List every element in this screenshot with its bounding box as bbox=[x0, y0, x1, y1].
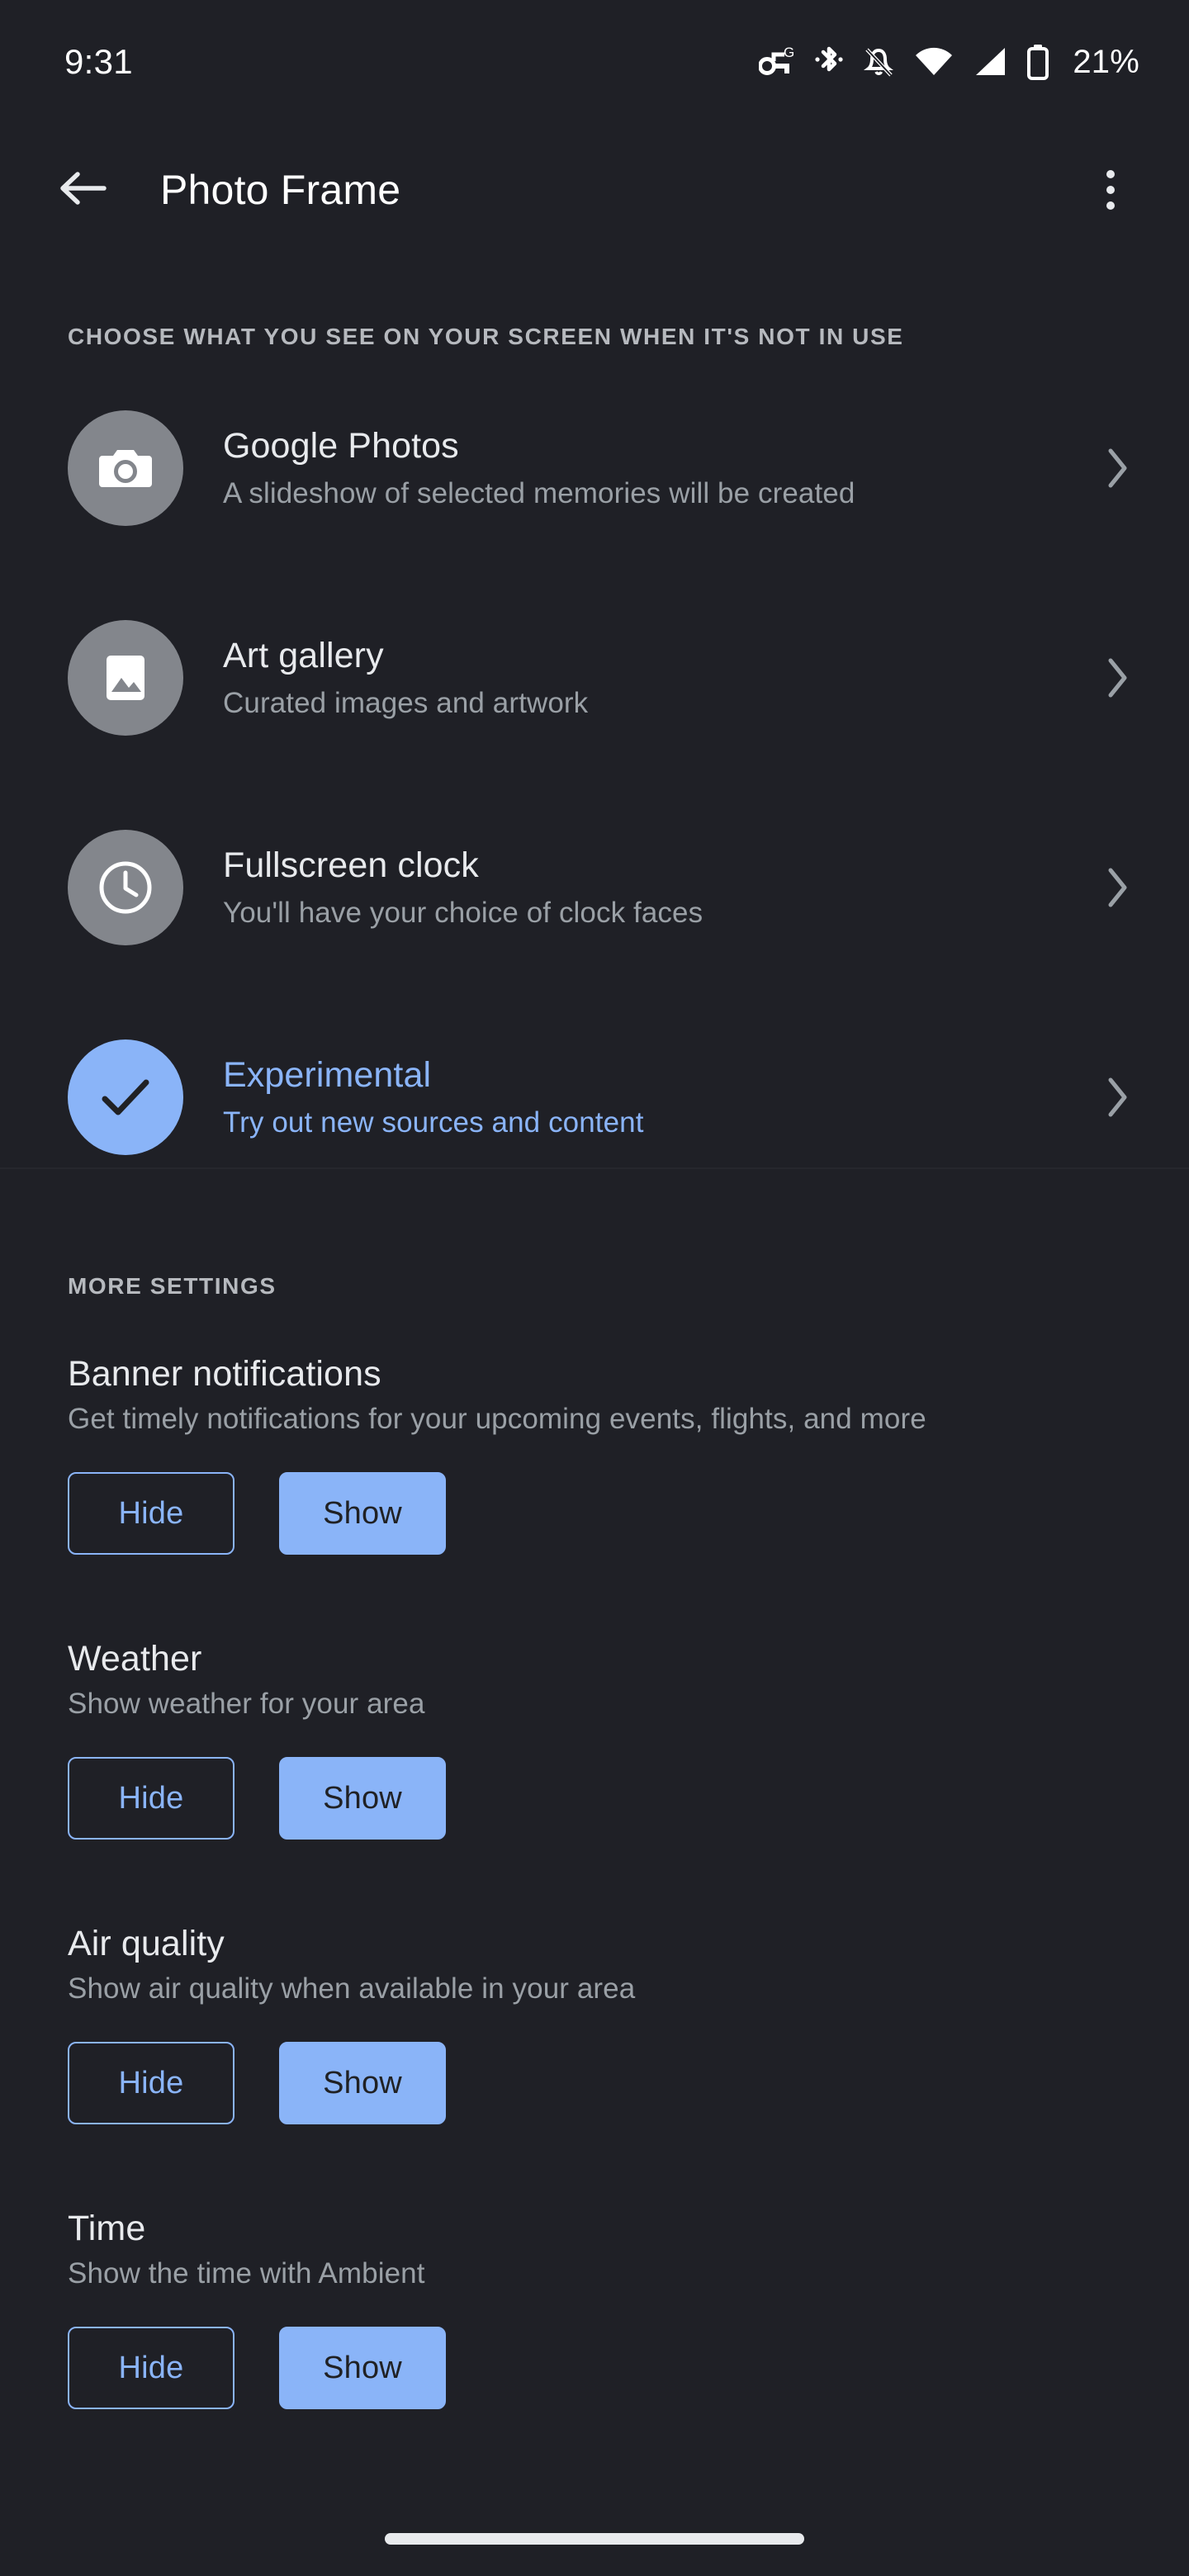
hide-button-time[interactable]: Hide bbox=[68, 2327, 234, 2409]
setting-subtitle: Get timely notifications for your upcomi… bbox=[68, 1403, 926, 1435]
overflow-dot bbox=[1106, 170, 1115, 178]
source-row-experimental[interactable]: Experimental Try out new sources and con… bbox=[0, 1027, 1189, 1167]
hide-button-weather[interactable]: Hide bbox=[68, 1757, 234, 1840]
clock-icon bbox=[68, 830, 183, 945]
photo-frame-source-list: Google Photos A slideshow of selected me… bbox=[0, 398, 1189, 1167]
status-bar-icons: G 21% bbox=[759, 43, 1139, 81]
source-subtitle: Curated images and artwork bbox=[223, 687, 589, 720]
section-header-more-settings: MORE SETTINGS bbox=[68, 1273, 277, 1299]
check-icon bbox=[68, 1039, 183, 1155]
source-title: Fullscreen clock bbox=[223, 845, 479, 886]
page-title: Photo Frame bbox=[160, 167, 401, 213]
show-button-air-quality[interactable]: Show bbox=[279, 2042, 446, 2124]
source-row-art-gallery[interactable]: Art gallery Curated images and artwork bbox=[0, 608, 1189, 748]
setting-title: Time bbox=[68, 2209, 146, 2248]
section-header-choose-source: CHOOSE WHAT YOU SEE ON YOUR SCREEN WHEN … bbox=[68, 324, 904, 349]
setting-group-time: Time Show the time with Ambient Hide Sho… bbox=[0, 2209, 1189, 2409]
source-row-google-photos[interactable]: Google Photos A slideshow of selected me… bbox=[0, 398, 1189, 538]
source-text-block: Art gallery Curated images and artwork bbox=[223, 633, 1097, 722]
setting-group-banner-notifications: Banner notifications Get timely notifica… bbox=[0, 1354, 1189, 1555]
overflow-dot bbox=[1106, 186, 1115, 194]
back-button[interactable] bbox=[38, 166, 129, 215]
battery-percentage-label: 21% bbox=[1073, 43, 1139, 80]
section-divider bbox=[0, 1167, 1189, 1169]
setting-toggle-buttons: Hide Show bbox=[68, 1472, 1121, 1555]
camera-icon bbox=[68, 410, 183, 526]
battery-icon bbox=[1026, 43, 1049, 81]
show-button-banner-notifications[interactable]: Show bbox=[279, 1472, 446, 1555]
setting-toggle-buttons: Hide Show bbox=[68, 2327, 1121, 2409]
wifi-icon bbox=[914, 45, 954, 79]
source-title: Art gallery bbox=[223, 636, 384, 676]
setting-title: Banner notifications bbox=[68, 1354, 381, 1394]
source-subtitle: You'll have your choice of clock faces bbox=[223, 897, 703, 930]
overflow-dot bbox=[1106, 201, 1115, 210]
photo-frame-settings-screen: 9:31 G 21% Photo Frame CHOOSE WHAT YOU S… bbox=[0, 0, 1189, 2576]
settings-scroll-container[interactable]: CHOOSE WHAT YOU SEE ON YOUR SCREEN WHEN … bbox=[0, 256, 1189, 2409]
show-button-time[interactable]: Show bbox=[279, 2327, 446, 2409]
vpn-key-g-icon: G bbox=[759, 45, 797, 79]
image-icon bbox=[68, 620, 183, 736]
setting-subtitle: Show air quality when available in your … bbox=[68, 1972, 636, 2005]
source-text-block: Google Photos A slideshow of selected me… bbox=[223, 424, 1097, 513]
setting-subtitle: Show the time with Ambient bbox=[68, 2257, 425, 2290]
hide-button-banner-notifications[interactable]: Hide bbox=[68, 1472, 234, 1555]
source-title: Google Photos bbox=[223, 426, 459, 466]
source-subtitle: A slideshow of selected memories will be… bbox=[223, 477, 855, 510]
source-subtitle: Try out new sources and content bbox=[223, 1106, 644, 1139]
chevron-right-icon bbox=[1097, 1075, 1138, 1120]
setting-group-weather: Weather Show weather for your area Hide … bbox=[0, 1639, 1189, 1840]
app-bar: Photo Frame bbox=[0, 124, 1189, 256]
chevron-right-icon bbox=[1097, 865, 1138, 910]
status-bar: 9:31 G 21% bbox=[0, 0, 1189, 124]
status-bar-clock: 9:31 bbox=[64, 42, 133, 81]
chevron-right-icon bbox=[1097, 656, 1138, 700]
arrow-left-icon bbox=[58, 166, 109, 215]
gesture-navigation-bar[interactable] bbox=[385, 2533, 804, 2545]
show-button-weather[interactable]: Show bbox=[279, 1757, 446, 1840]
chevron-right-icon bbox=[1097, 446, 1138, 490]
source-text-block: Experimental Try out new sources and con… bbox=[223, 1053, 1097, 1142]
setting-group-air-quality: Air quality Show air quality when availa… bbox=[0, 1924, 1189, 2124]
hide-button-air-quality[interactable]: Hide bbox=[68, 2042, 234, 2124]
setting-title: Weather bbox=[68, 1639, 202, 1679]
svg-text:G: G bbox=[784, 45, 794, 60]
cellular-signal-icon bbox=[972, 45, 1008, 79]
setting-subtitle: Show weather for your area bbox=[68, 1688, 425, 1720]
overflow-menu-button[interactable] bbox=[1082, 161, 1139, 219]
source-text-block: Fullscreen clock You'll have your choice… bbox=[223, 843, 1097, 932]
bluetooth-icon bbox=[815, 44, 843, 80]
notifications-off-icon bbox=[861, 44, 896, 80]
source-row-fullscreen-clock[interactable]: Fullscreen clock You'll have your choice… bbox=[0, 817, 1189, 958]
setting-title: Air quality bbox=[68, 1924, 225, 1963]
setting-toggle-buttons: Hide Show bbox=[68, 1757, 1121, 1840]
source-title: Experimental bbox=[223, 1055, 432, 1096]
setting-toggle-buttons: Hide Show bbox=[68, 2042, 1121, 2124]
